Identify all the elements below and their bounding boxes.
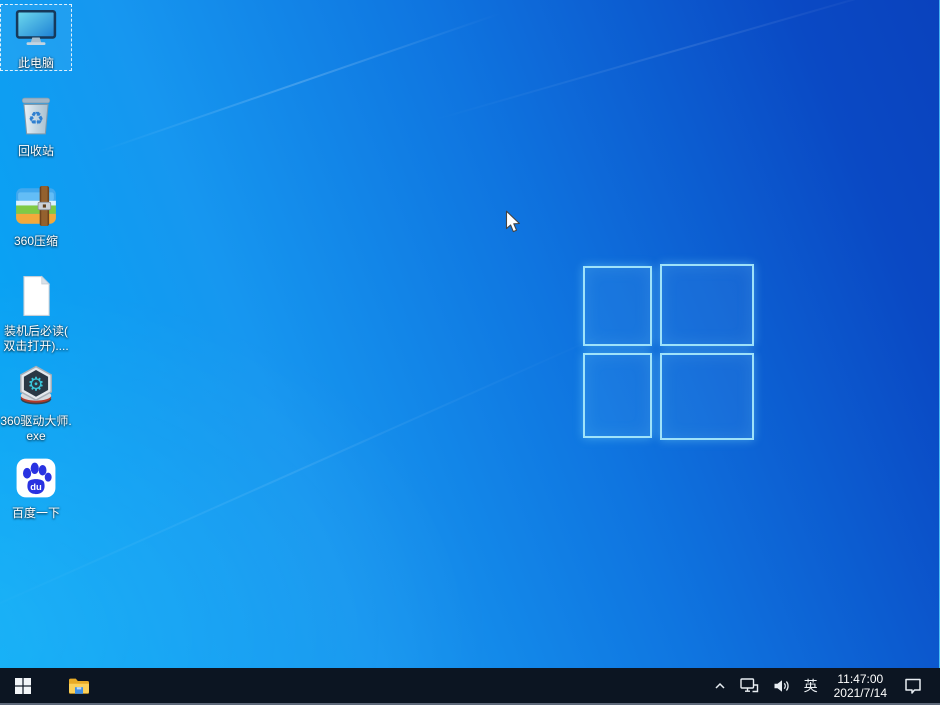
- desktop-icon-360zip[interactable]: 360压缩: [0, 182, 72, 249]
- taskbar-empty-area: [102, 668, 709, 703]
- 360driver-icon: ⚙: [20, 365, 52, 405]
- icon-label: 360驱动大师. exe: [0, 414, 72, 443]
- svg-text:du: du: [30, 482, 42, 493]
- network-ethernet-icon: [739, 678, 758, 693]
- document-icon: [23, 275, 51, 316]
- light-ray: [429, 0, 931, 122]
- icon-label: 360压缩: [13, 234, 59, 248]
- desktop-icon-recycle-bin[interactable]: ♻ 回收站: [0, 92, 72, 159]
- speaker-icon: [774, 679, 789, 692]
- clock-date: 2021/7/14: [833, 685, 887, 700]
- tray-volume-button[interactable]: [768, 668, 795, 703]
- recycle-bin-icon: ♻: [21, 97, 51, 135]
- desktop-wallpaper: 此电脑 ♻ 回收站 360压缩 装机后必读(双击打开).... ⚙ 360驱动…: [0, 0, 940, 705]
- tray-network-button[interactable]: [735, 668, 764, 703]
- action-center-icon: [905, 678, 921, 694]
- file-explorer-icon: [69, 678, 89, 694]
- tray-chevron-button[interactable]: [709, 668, 731, 703]
- tray-clock[interactable]: 11:47:00 2021/7/14: [827, 672, 894, 700]
- 360zip-icon: [16, 186, 56, 226]
- baidu-icon: du: [16, 458, 56, 498]
- start-button[interactable]: [0, 668, 46, 703]
- mouse-cursor: [505, 210, 520, 233]
- windows-logo-pane: [583, 266, 652, 346]
- windows-logo-pane: [660, 264, 754, 346]
- windows-logo-pane: [660, 353, 754, 440]
- icon-label: 装机后必读( 双击打开)....: [3, 324, 69, 353]
- file-explorer-button[interactable]: [56, 668, 102, 703]
- light-ray: [0, 327, 619, 622]
- desktop-icon-baidu[interactable]: du 百度一下: [0, 454, 72, 521]
- desktop-icon-readme[interactable]: 装机后必读( 双击打开)....: [0, 272, 72, 354]
- system-tray: 英 11:47:00 2021/7/14: [709, 668, 940, 703]
- clock-time: 11:47:00: [837, 671, 884, 686]
- action-center-button[interactable]: [898, 668, 928, 703]
- desktop-icon-this-pc[interactable]: 此电脑: [0, 4, 72, 71]
- icon-label: 回收站: [17, 144, 54, 158]
- this-pc-icon: [15, 9, 57, 46]
- taskbar: 英 11:47:00 2021/7/14: [0, 668, 940, 705]
- svg-text:♻: ♻: [28, 108, 44, 128]
- tray-language-indicator[interactable]: 英: [799, 668, 823, 703]
- chevron-up-icon: [715, 682, 725, 689]
- light-ray: [94, 12, 502, 154]
- icon-label: 百度一下: [11, 506, 60, 520]
- windows-logo-wallpaper: [583, 264, 754, 440]
- desktop-icon-360driver[interactable]: ⚙ 360驱动大师. exe: [0, 362, 72, 444]
- svg-text:⚙: ⚙: [28, 375, 45, 396]
- windows-start-icon: [15, 677, 31, 694]
- icon-label: 此电脑: [17, 56, 54, 70]
- windows-logo-pane: [583, 353, 652, 438]
